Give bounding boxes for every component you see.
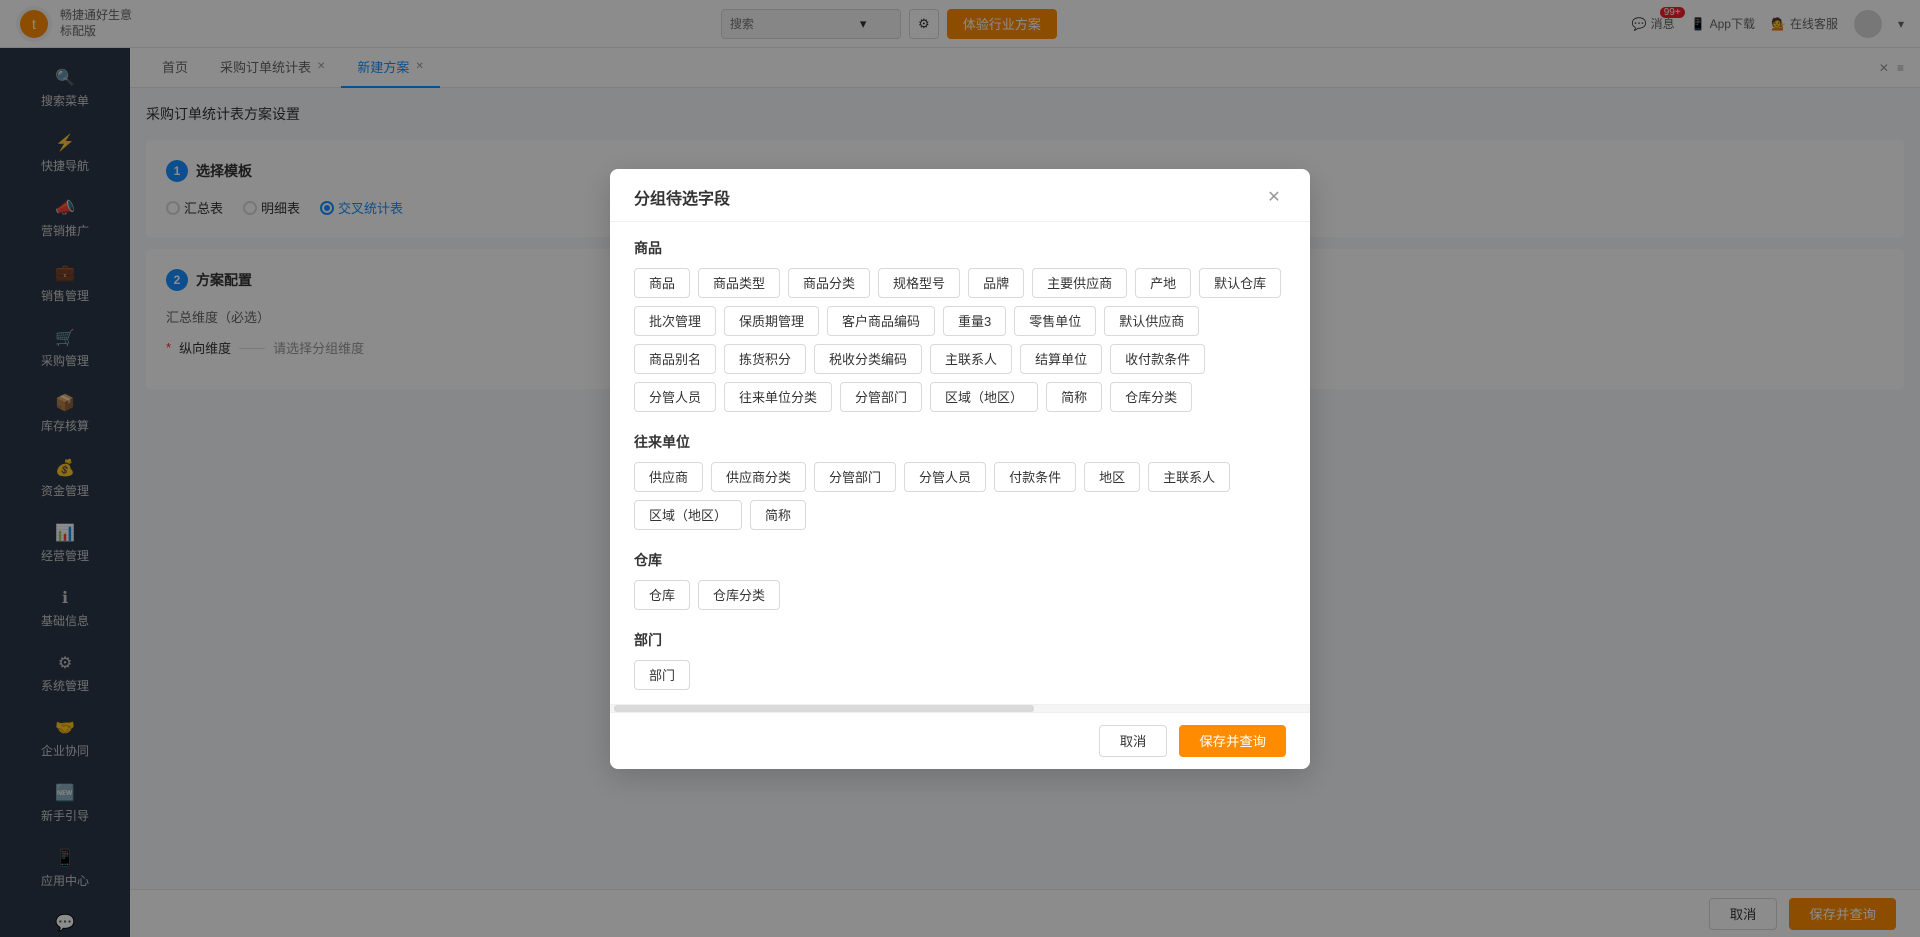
field-tag-主联系人[interactable]: 主联系人 — [1148, 462, 1230, 492]
field-tag-商品类型[interactable]: 商品类型 — [698, 268, 780, 298]
field-tag-供应商[interactable]: 供应商 — [634, 462, 703, 492]
modal-header: 分组待选字段 ✕ — [610, 169, 1310, 222]
section-product: 商品商品商品类型商品分类规格型号品牌主要供应商产地默认仓库批次管理保质期管理客户… — [634, 238, 1286, 412]
field-tag-简称[interactable]: 简称 — [1046, 382, 1102, 412]
field-tag-批次管理[interactable]: 批次管理 — [634, 306, 716, 336]
field-tag-收付款条件[interactable]: 收付款条件 — [1110, 344, 1205, 374]
modal-overlay[interactable]: 分组待选字段 ✕ 商品商品商品类型商品分类规格型号品牌主要供应商产地默认仓库批次… — [0, 0, 1920, 937]
modal-cancel-button[interactable]: 取消 — [1099, 725, 1168, 757]
section-warehouse: 仓库仓库仓库分类 — [634, 550, 1286, 610]
field-tag-简称[interactable]: 简称 — [750, 500, 806, 530]
field-tag-商品[interactable]: 商品 — [634, 268, 690, 298]
section-title-counterpart: 往来单位 — [634, 432, 1286, 452]
field-tags-warehouse: 仓库仓库分类 — [634, 580, 1286, 610]
field-tag-默认供应商[interactable]: 默认供应商 — [1104, 306, 1199, 336]
field-tag-区域（地区）[interactable]: 区域（地区） — [634, 500, 742, 530]
section-title-warehouse: 仓库 — [634, 550, 1286, 570]
section-title-department: 部门 — [634, 630, 1286, 650]
modal-title: 分组待选字段 — [634, 185, 730, 209]
field-tag-重量3[interactable]: 重量3 — [943, 306, 1006, 336]
field-tag-分管部门[interactable]: 分管部门 — [840, 382, 922, 412]
section-title-product: 商品 — [634, 238, 1286, 258]
modal-dialog: 分组待选字段 ✕ 商品商品商品类型商品分类规格型号品牌主要供应商产地默认仓库批次… — [610, 169, 1310, 769]
field-tag-品牌[interactable]: 品牌 — [968, 268, 1024, 298]
field-tag-付款条件[interactable]: 付款条件 — [994, 462, 1076, 492]
modal-footer: 取消 保存并查询 — [610, 712, 1310, 769]
field-tag-产地[interactable]: 产地 — [1135, 268, 1191, 298]
field-tags-product: 商品商品类型商品分类规格型号品牌主要供应商产地默认仓库批次管理保质期管理客户商品… — [634, 268, 1286, 412]
field-tag-主要供应商[interactable]: 主要供应商 — [1032, 268, 1127, 298]
field-tag-默认仓库[interactable]: 默认仓库 — [1199, 268, 1281, 298]
modal-save-button[interactable]: 保存并查询 — [1179, 725, 1286, 757]
modal-body: 商品商品商品类型商品分类规格型号品牌主要供应商产地默认仓库批次管理保质期管理客户… — [610, 222, 1310, 705]
field-tag-规格型号[interactable]: 规格型号 — [878, 268, 960, 298]
section-counterpart: 往来单位供应商供应商分类分管部门分管人员付款条件地区主联系人区域（地区） 简称 — [634, 432, 1286, 530]
modal-close-button[interactable]: ✕ — [1262, 185, 1286, 209]
field-tags-department: 部门 — [634, 660, 1286, 690]
field-tag-仓库分类[interactable]: 仓库分类 — [698, 580, 780, 610]
field-tag-主联系人[interactable]: 主联系人 — [930, 344, 1012, 374]
field-tag-仓库分类[interactable]: 仓库分类 — [1110, 382, 1192, 412]
field-tag-往来单位分类[interactable]: 往来单位分类 — [724, 382, 832, 412]
field-tag-分管人员[interactable]: 分管人员 — [634, 382, 716, 412]
field-tag-结算单位[interactable]: 结算单位 — [1020, 344, 1102, 374]
field-tag-拣货积分[interactable]: 拣货积分 — [724, 344, 806, 374]
modal-hscroll[interactable] — [610, 704, 1310, 711]
field-tag-仓库[interactable]: 仓库 — [634, 580, 690, 610]
field-tag-区域（地区）[interactable]: 区域（地区） — [930, 382, 1038, 412]
field-tag-商品分类[interactable]: 商品分类 — [788, 268, 870, 298]
field-tag-保质期管理[interactable]: 保质期管理 — [724, 306, 819, 336]
field-tag-客户商品编码[interactable]: 客户商品编码 — [827, 306, 935, 336]
field-tag-地区[interactable]: 地区 — [1084, 462, 1140, 492]
field-tag-分管人员[interactable]: 分管人员 — [904, 462, 986, 492]
field-tag-部门[interactable]: 部门 — [634, 660, 690, 690]
section-department: 部门部门 — [634, 630, 1286, 690]
field-tag-税收分类编码[interactable]: 税收分类编码 — [814, 344, 922, 374]
field-tag-分管部门[interactable]: 分管部门 — [814, 462, 896, 492]
field-tag-零售单位[interactable]: 零售单位 — [1014, 306, 1096, 336]
field-tags-counterpart: 供应商供应商分类分管部门分管人员付款条件地区主联系人区域（地区） 简称 — [634, 462, 1286, 530]
field-tag-商品别名[interactable]: 商品别名 — [634, 344, 716, 374]
field-tag-供应商分类[interactable]: 供应商分类 — [711, 462, 806, 492]
